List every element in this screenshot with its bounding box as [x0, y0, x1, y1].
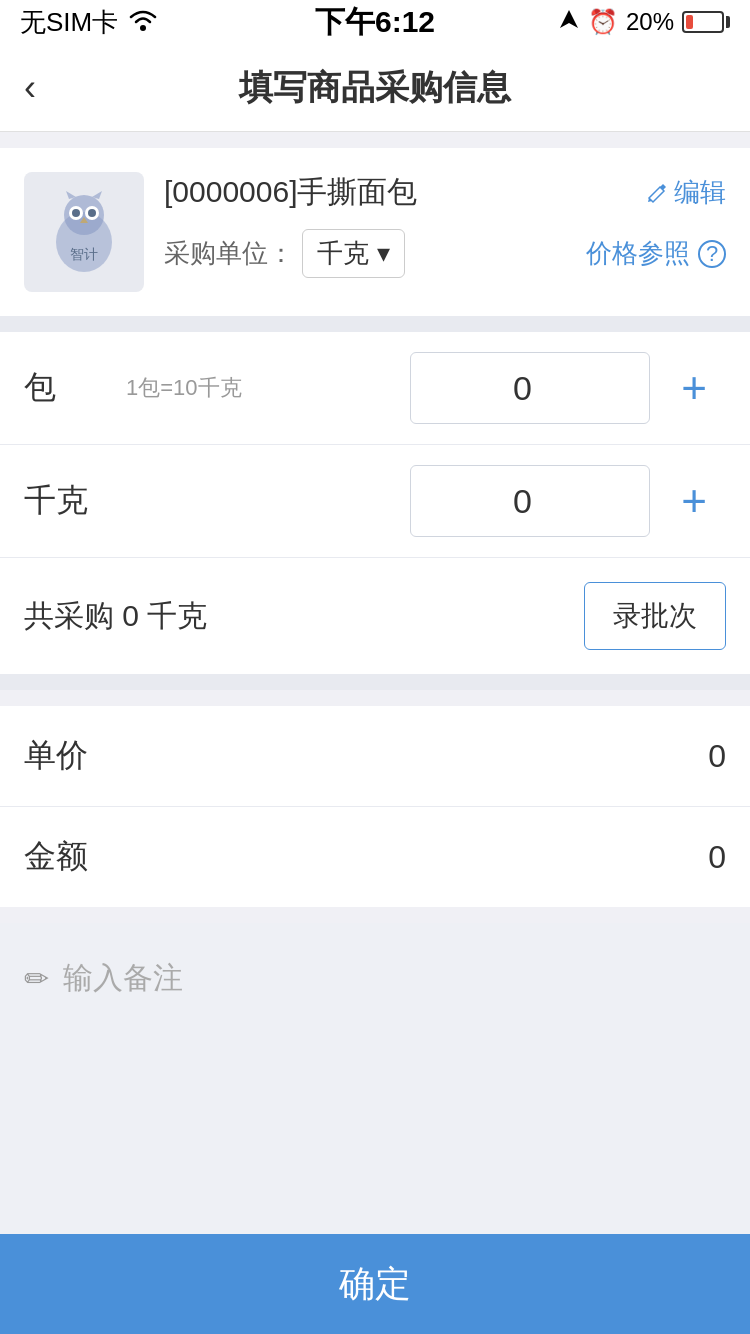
alarm-icon: ⏰: [588, 8, 618, 36]
kg-input-row: 千克 +: [0, 445, 750, 558]
product-card: 智计 [0000006]手撕面包 编辑 采购单位： 千克 ▾: [0, 148, 750, 316]
svg-text:智计: 智计: [70, 246, 98, 262]
edit-icon: [646, 182, 668, 204]
remark-placeholder: 输入备注: [63, 958, 183, 999]
input-section: 包 1包=10千克 + 千克 +: [0, 332, 750, 558]
kg-label: 千克: [24, 479, 104, 523]
status-left: 无SIM卡: [20, 5, 158, 40]
amount-value: 0: [708, 839, 726, 876]
status-time: 下午6:12: [315, 2, 435, 43]
summary-row: 共采购 0 千克 录批次: [0, 558, 750, 674]
svg-point-7: [88, 209, 96, 217]
bag-plus-button[interactable]: +: [662, 356, 726, 420]
chevron-down-icon: ▾: [377, 238, 390, 269]
page-title: 填写商品采购信息: [239, 65, 511, 111]
product-name-row: [0000006]手撕面包 编辑: [164, 172, 726, 213]
page-spacer: [0, 1034, 750, 1234]
pencil-icon: ✏: [24, 961, 49, 996]
bag-quantity-input[interactable]: [410, 352, 650, 424]
back-button[interactable]: ‹: [24, 70, 36, 106]
status-bar: 无SIM卡 下午6:12 ⏰ 20%: [0, 0, 750, 44]
section-divider-2: [0, 674, 750, 690]
bag-sublabel: 1包=10千克: [126, 373, 242, 403]
battery-percent: 20%: [626, 8, 674, 36]
amount-label: 金额: [24, 835, 88, 879]
price-info-section: 单价 0 金额 0: [0, 706, 750, 907]
battery-icon: [682, 11, 730, 33]
product-image: 智计: [24, 172, 144, 292]
amount-row: 金额 0: [0, 807, 750, 907]
bag-input-row: 包 1包=10千克 +: [0, 332, 750, 445]
price-label: 单价: [24, 734, 88, 778]
product-logo-icon: 智计: [39, 187, 129, 277]
kg-field-wrap: +: [120, 465, 726, 537]
location-icon: [558, 8, 580, 36]
edit-button[interactable]: 编辑: [646, 175, 726, 210]
remark-section[interactable]: ✏ 输入备注: [0, 923, 750, 1034]
kg-quantity-input[interactable]: [410, 465, 650, 537]
bag-field-wrap: +: [258, 352, 726, 424]
section-divider-1: [0, 316, 750, 332]
bag-label: 包: [24, 366, 104, 410]
svg-point-0: [140, 25, 146, 31]
help-icon: ?: [698, 240, 726, 268]
status-right: ⏰ 20%: [558, 8, 730, 36]
svg-marker-1: [560, 10, 578, 28]
product-name: [0000006]手撕面包: [164, 172, 417, 213]
price-ref-button[interactable]: 价格参照 ?: [586, 236, 726, 271]
summary-text: 共采购 0 千克: [24, 596, 207, 637]
unit-select[interactable]: 千克 ▾: [302, 229, 405, 278]
svg-point-6: [72, 209, 80, 217]
wifi-icon: [128, 7, 158, 38]
unit-row: 采购单位： 千克 ▾ 价格参照 ?: [164, 229, 726, 278]
product-info: [0000006]手撕面包 编辑 采购单位： 千克 ▾ 价格参照 ?: [164, 172, 726, 278]
confirm-button[interactable]: 确定: [0, 1234, 750, 1334]
kg-plus-button[interactable]: +: [662, 469, 726, 533]
price-value: 0: [708, 738, 726, 775]
price-row: 单价 0: [0, 706, 750, 807]
carrier-text: 无SIM卡: [20, 5, 118, 40]
unit-label: 采购单位：: [164, 236, 294, 271]
nav-bar: ‹ 填写商品采购信息: [0, 44, 750, 132]
batch-button[interactable]: 录批次: [584, 582, 726, 650]
